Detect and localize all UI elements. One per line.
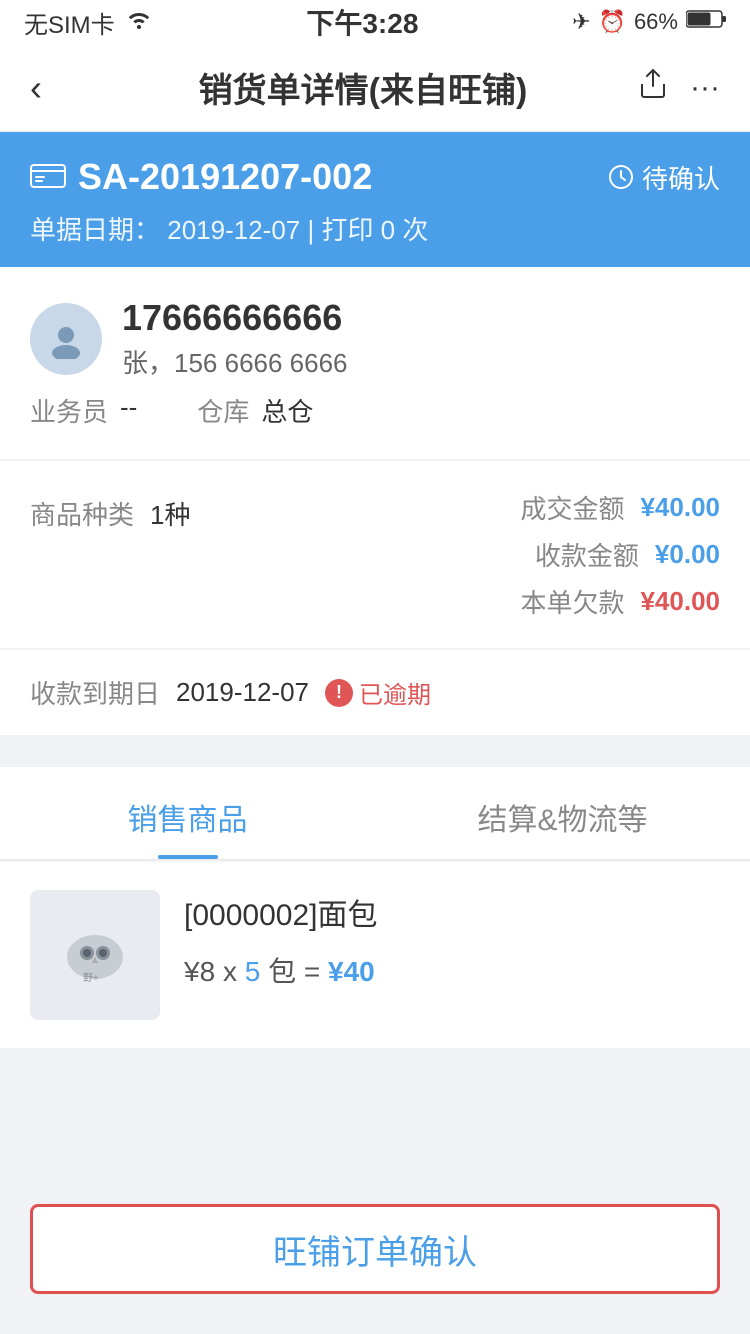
bottom-bar: 旺铺订单确认 [0,1184,750,1334]
order-id-text: SA-20191207-002 [78,156,372,198]
order-header: SA-20191207-002 待确认 单据日期： 2019-12-07 | 打… [0,132,750,267]
summary-section: 商品种类 1种 成交金额 ¥40.00 收款金额 ¥0.00 本单欠款 ¥40.… [0,461,750,648]
status-time: 下午3:28 [306,2,418,42]
svg-text:野+: 野+ [83,972,99,984]
share-icon[interactable] [636,67,670,109]
nav-actions: ··· [636,67,720,109]
alarm-icon: ⏰ [599,9,626,35]
due-date-section: 收款到期日 2019-12-07 ! 已逾期 [0,650,750,735]
warehouse-value: 总仓 [261,392,313,429]
wifi-icon [125,8,153,36]
customer-meta: 业务员 -- 仓库 总仓 [30,392,720,429]
status-text: 待确认 [642,159,720,196]
tabs-section: 销售商品 结算&物流等 [0,767,750,860]
tabs-row: 销售商品 结算&物流等 [0,767,750,860]
status-right: ✈ ⏰ 66% [572,9,726,35]
battery-text: 66% [634,9,678,35]
customer-name: 张，156 6666 6666 [122,343,348,380]
section-divider [0,751,750,767]
sales-label: 业务员 [30,392,108,429]
received-value: ¥0.00 [655,539,720,570]
order-id-row: SA-20191207-002 [30,156,372,198]
overdue-icon: ! [325,679,353,707]
owed-value: ¥40.00 [640,586,720,617]
product-details: [0000002]面包 ¥8 x 5 包 = ¥40 [184,890,720,990]
type-label: 商品种类 [30,495,134,532]
overdue-badge: ! 已逾期 [325,675,431,710]
amount-label: 成交金额 [520,489,624,526]
more-icon[interactable]: ··· [690,71,720,105]
tab-settlement[interactable]: 结算&物流等 [375,767,750,859]
product-item: 野+ [0000002]面包 ¥8 x 5 包 = ¥40 [0,862,750,1048]
carrier-text: 无SIM卡 [24,5,115,40]
order-id-icon [30,156,66,198]
tab-sales-products[interactable]: 销售商品 [0,767,375,859]
due-date: 2019-12-07 [176,677,309,708]
received-label: 收款金额 [535,536,639,573]
overdue-text: 已逾期 [359,675,431,710]
amount-value: ¥40.00 [640,492,720,523]
status-bar: 无SIM卡 下午3:28 ✈ ⏰ 66% [0,0,750,44]
sales-value: -- [120,392,137,429]
nav-bar: ‹ 销货单详情(来自旺铺) ··· [0,44,750,132]
page-title: 销货单详情(来自旺铺) [199,63,528,112]
owed-label: 本单欠款 [520,583,624,620]
customer-avatar [30,303,102,375]
product-total: ¥40 [328,956,375,987]
customer-section: 17666666666 张，156 6666 6666 业务员 -- 仓库 总仓 [0,267,750,459]
location-icon: ✈ [572,9,590,35]
type-value: 1种 [150,495,190,532]
status-left: 无SIM卡 [24,5,153,40]
product-price: ¥8 x 5 包 = ¥40 [184,950,720,990]
order-status: 待确认 [608,159,720,196]
product-thumbnail: 野+ [30,890,160,1020]
warehouse-label: 仓库 [197,392,249,429]
battery-icon [686,9,726,35]
product-name: [0000002]面包 [184,890,720,934]
order-date: 单据日期： 2019-12-07 | 打印 0 次 [30,210,720,247]
confirm-button[interactable]: 旺铺订单确认 [30,1204,720,1294]
product-qty: 5 [245,956,261,987]
customer-phone: 17666666666 [122,297,348,339]
back-button[interactable]: ‹ [30,67,90,109]
due-label: 收款到期日 [30,674,160,711]
